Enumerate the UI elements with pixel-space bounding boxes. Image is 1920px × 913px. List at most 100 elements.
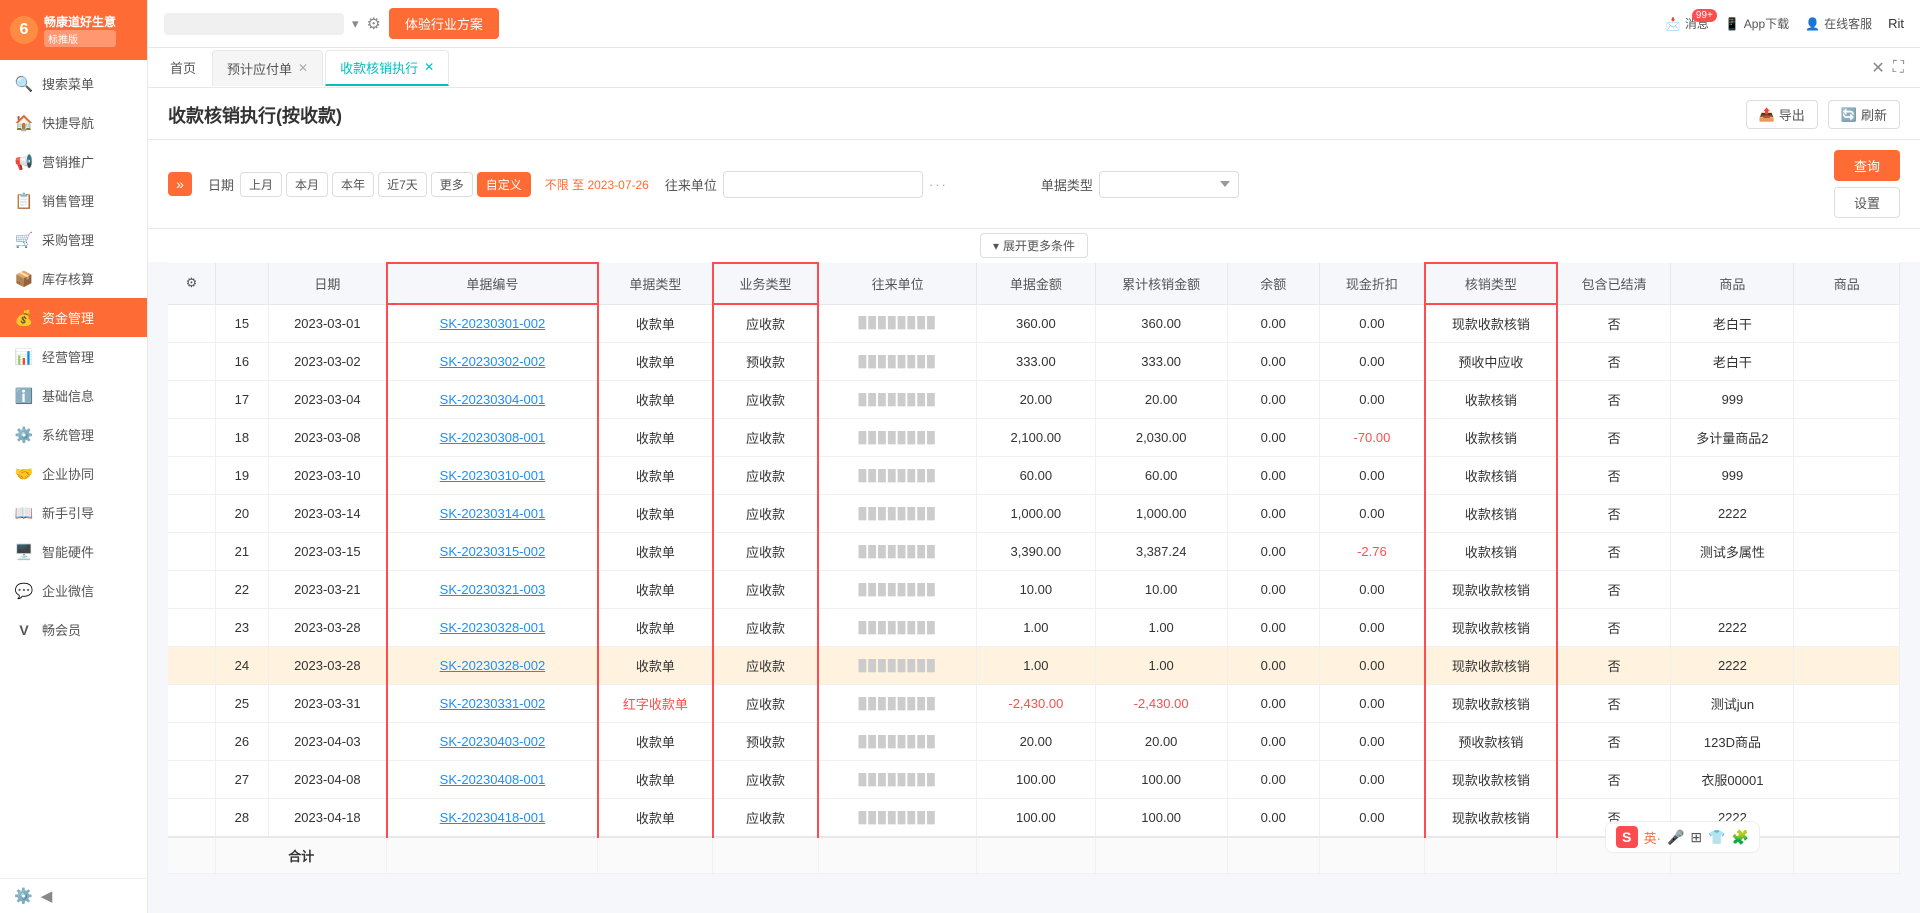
sidebar-item-operations[interactable]: 📊 经营管理 [0, 337, 147, 376]
solution-button[interactable]: 体验行业方案 [389, 8, 499, 39]
table-cell[interactable]: SK-20230302-002 [387, 343, 598, 381]
table-row: 192023-03-10SK-20230310-001收款单应收款███████… [168, 457, 1900, 495]
table-cell: 收款单 [598, 571, 713, 609]
page-title-row: 收款核销执行(按收款) 📤 导出 🔄 刷新 [168, 100, 1900, 129]
sidebar-item-quicknav[interactable]: 🏠 快捷导航 [0, 103, 147, 142]
topbar-search-input[interactable] [164, 13, 344, 35]
table-cell[interactable]: SK-20230331-002 [387, 685, 598, 723]
col-header-includesettled[interactable]: 包含已结清 [1557, 263, 1671, 304]
sidebar-item-hardware[interactable]: 🖥️ 智能硬件 [0, 532, 147, 571]
collapse-icon[interactable]: ◀ [41, 887, 53, 905]
table-cell[interactable]: SK-20230308-001 [387, 419, 598, 457]
table-cell: 多计量商品2 [1671, 419, 1794, 457]
col-header-date[interactable]: 日期 [268, 263, 387, 304]
dropdown-arrow-icon[interactable]: ▾ [352, 16, 359, 32]
search-icon: 🔍 [14, 75, 34, 93]
sidebar-item-basic[interactable]: ℹ️ 基础信息 [0, 376, 147, 415]
export-icon: 📤 [1759, 107, 1775, 123]
date-btn-custom[interactable]: 自定义 [477, 172, 531, 197]
table-cell: 0.00 [1227, 685, 1319, 723]
table-cell: 测试jun [1671, 685, 1794, 723]
tab-close-action-icon[interactable]: ✕ [1871, 58, 1884, 78]
sidebar-item-marketing[interactable]: 📢 营销推广 [0, 142, 147, 181]
date-btn-this-month[interactable]: 本月 [286, 172, 328, 197]
table-cell: 100.00 [977, 761, 1096, 799]
table-cell[interactable]: SK-20230328-001 [387, 609, 598, 647]
col-header-goods2[interactable]: 商品 [1794, 263, 1900, 304]
table-cell[interactable]: SK-20230314-001 [387, 495, 598, 533]
table-cell[interactable]: SK-20230321-003 [387, 571, 598, 609]
query-button[interactable]: 查询 [1834, 150, 1900, 181]
sidebar-item-sales[interactable]: 📋 销售管理 [0, 181, 147, 220]
tab-home-label: 首页 [170, 58, 196, 77]
sidebar-item-guide[interactable]: 📖 新手引导 [0, 493, 147, 532]
col-header-biztype[interactable]: 业务类型 [713, 263, 819, 304]
col-header-goods1[interactable]: 商品 [1671, 263, 1794, 304]
table-cell: ████████ [818, 457, 976, 495]
sidebar-item-wechat[interactable]: 💬 企业微信 [0, 571, 147, 610]
expand-filters-button[interactable]: ▾ 展开更多条件 [980, 233, 1088, 258]
sidebar-item-system[interactable]: ⚙️ 系统管理 [0, 415, 147, 454]
col-header-cashdiscount[interactable]: 现金折扣 [1319, 263, 1425, 304]
col-header-balance[interactable]: 余额 [1227, 263, 1319, 304]
sidebar-item-member[interactable]: V 畅会员 [0, 610, 147, 649]
date-btn-last-month[interactable]: 上月 [240, 172, 282, 197]
sidebar-item-label: 新手引导 [42, 503, 94, 522]
setting-button[interactable]: 设置 [1834, 187, 1900, 218]
partner-input[interactable] [723, 171, 923, 198]
sidebar-item-inventory[interactable]: 📦 库存核算 [0, 259, 147, 298]
date-btn-more[interactable]: 更多 [431, 172, 473, 197]
refresh-button[interactable]: 🔄 刷新 [1828, 100, 1900, 129]
table-cell[interactable]: SK-20230418-001 [387, 799, 598, 838]
online-service-button[interactable]: 👤 在线客服 [1805, 15, 1872, 32]
tab-maximize-icon[interactable]: ⛶ [1893, 59, 1904, 77]
sidebar-item-purchase[interactable]: 🛒 采购管理 [0, 220, 147, 259]
col-header-doctype[interactable]: 单据类型 [598, 263, 713, 304]
receipt-type-select[interactable] [1099, 171, 1239, 198]
tab-prepay-close-icon[interactable]: ✕ [298, 61, 308, 75]
date-btn-7days[interactable]: 近7天 [378, 172, 427, 197]
table-cell[interactable]: SK-20230301-002 [387, 304, 598, 343]
filter-toggle-button[interactable]: » [168, 172, 192, 196]
col-header-gear[interactable]: ⚙ [168, 263, 215, 304]
table-cell: 应收款 [713, 685, 819, 723]
sidebar-item-collab[interactable]: 🤝 企业协同 [0, 454, 147, 493]
col-header-rownum [215, 263, 268, 304]
col-header-canceltype[interactable]: 核销类型 [1425, 263, 1557, 304]
tab-home[interactable]: 首页 [156, 50, 210, 86]
sidebar-item-finance[interactable]: 💰 资金管理 [0, 298, 147, 337]
table-cell: 10.00 [1095, 571, 1227, 609]
table-cell [1794, 685, 1900, 723]
tab-prepay[interactable]: 预计应付单 ✕ [212, 50, 323, 86]
export-button[interactable]: 📤 导出 [1746, 100, 1818, 129]
app-download-button[interactable]: 📱 App下载 [1725, 15, 1789, 32]
grid-icon: ⊞ [1690, 829, 1702, 846]
col-header-docno[interactable]: 单据编号 [387, 263, 598, 304]
table-cell: 20 [215, 495, 268, 533]
col-header-amount[interactable]: 单据金额 [977, 263, 1096, 304]
basic-icon: ℹ️ [14, 387, 34, 405]
table-cell: 收款单 [598, 609, 713, 647]
footer-partner [818, 837, 976, 874]
table-cell[interactable]: SK-20230403-002 [387, 723, 598, 761]
table-cell: ████████ [818, 419, 976, 457]
sidebar-item-label: 搜索菜单 [42, 74, 94, 93]
table-cell[interactable]: SK-20230304-001 [387, 381, 598, 419]
topbar-gear-icon[interactable]: ⚙ [367, 14, 381, 34]
sidebar-item-search[interactable]: 🔍 搜索菜单 [0, 64, 147, 103]
table-cell[interactable]: SK-20230310-001 [387, 457, 598, 495]
settings-icon[interactable]: ⚙️ [14, 887, 33, 905]
tab-collection[interactable]: 收款核销执行 ✕ [325, 50, 449, 86]
table-cell[interactable]: SK-20230315-002 [387, 533, 598, 571]
date-btn-this-year[interactable]: 本年 [332, 172, 374, 197]
table-cell: 1.00 [977, 647, 1096, 685]
message-button[interactable]: 📩 消息 99+ [1666, 15, 1709, 32]
table-cell[interactable]: SK-20230408-001 [387, 761, 598, 799]
table-cell[interactable]: SK-20230328-002 [387, 647, 598, 685]
col-header-cumcancel[interactable]: 累计核销金额 [1095, 263, 1227, 304]
col-header-partner[interactable]: 往来单位 [818, 263, 976, 304]
table-cell [1794, 609, 1900, 647]
table-cell: 应收款 [713, 533, 819, 571]
tab-collection-close-icon[interactable]: ✕ [424, 60, 434, 74]
partner-dots-icon[interactable]: ··· [929, 177, 948, 192]
